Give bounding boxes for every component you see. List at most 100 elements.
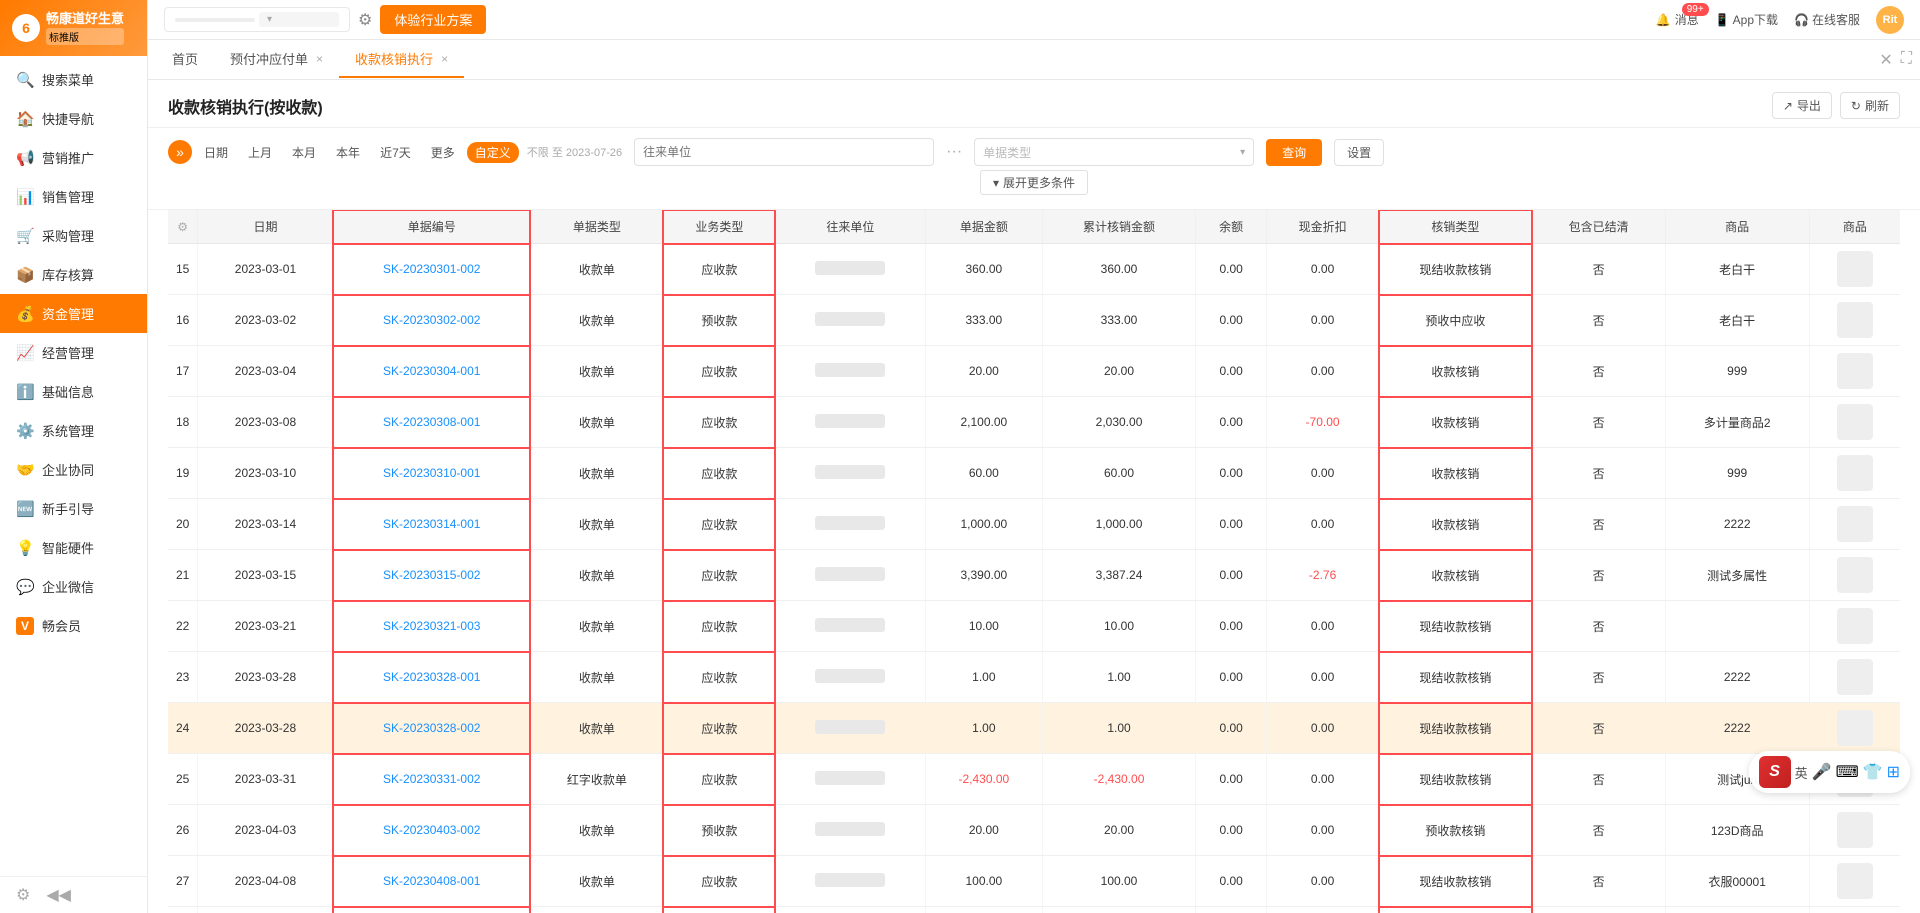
col-bill-no: 单据编号 <box>333 210 530 244</box>
row-bill-no[interactable]: SK-20230310-001 <box>333 448 530 499</box>
row-accumulated: 10.00 <box>1042 601 1196 652</box>
row-cancel-type: 现结收款核销 <box>1379 856 1533 907</box>
s-logo[interactable]: S <box>1759 756 1791 788</box>
float-keyboard-icon[interactable]: ⌨ <box>1836 762 1859 782</box>
bill-no-link[interactable]: SK-20230403-002 <box>383 823 480 837</box>
row-no: 21 <box>168 550 198 601</box>
row-bill-no[interactable]: SK-20230328-002 <box>333 703 530 754</box>
row-balance: 0.00 <box>1196 652 1267 703</box>
row-balance: 0.00 <box>1196 244 1267 295</box>
row-balance: 0.00 <box>1196 397 1267 448</box>
app-download-btn[interactable]: 📱 App下载 <box>1715 11 1778 28</box>
sidebar-label-hardware: 智能硬件 <box>42 538 94 557</box>
refresh-btn[interactable]: ↻ 刷新 <box>1840 92 1900 119</box>
sidebar-item-search[interactable]: 🔍 搜索菜单 <box>0 60 147 99</box>
row-included: 否 <box>1532 703 1665 754</box>
date-more[interactable]: 更多 <box>423 141 463 164</box>
sidebar-item-marketing[interactable]: 📢 营销推广 <box>0 138 147 177</box>
bill-no-link[interactable]: SK-20230310-001 <box>383 466 480 480</box>
tab-collection[interactable]: 收款核销执行 × <box>339 41 464 78</box>
row-bill-no[interactable]: SK-20230302-002 <box>333 295 530 346</box>
row-date: 2023-03-15 <box>198 550 333 601</box>
bill-no-link[interactable]: SK-20230328-001 <box>383 670 480 684</box>
bill-type-select[interactable]: 单据类型 ▾ <box>974 138 1254 166</box>
row-balance: 0.00 <box>1196 550 1267 601</box>
float-mic-icon[interactable]: 🎤 <box>1812 762 1832 782</box>
maximize-icon[interactable]: ⛶ <box>1901 50 1912 70</box>
close-all-icon[interactable]: ✕ <box>1879 50 1892 70</box>
row-biz-type: 应收款 <box>663 550 775 601</box>
row-bill-no[interactable]: SK-20230314-001 <box>333 499 530 550</box>
sidebar-item-operations[interactable]: 📈 经营管理 <box>0 333 147 372</box>
sidebar-label-system: 系统管理 <box>42 421 94 440</box>
sidebar-item-purchase[interactable]: 🛒 采购管理 <box>0 216 147 255</box>
filter-expand-btn[interactable]: » <box>168 140 192 164</box>
date-last-month[interactable]: 上月 <box>240 141 280 164</box>
col-product1: 商品 <box>1665 210 1809 244</box>
sidebar-item-member[interactable]: V 畅会员 <box>0 606 147 645</box>
sidebar-label-purchase: 采购管理 <box>42 226 94 245</box>
online-service-btn[interactable]: 🎧 在线客服 <box>1794 11 1860 28</box>
float-shirt-icon[interactable]: 👕 <box>1863 762 1883 782</box>
partner-input[interactable] <box>634 138 934 166</box>
tab-home[interactable]: 首页 <box>156 41 214 78</box>
tab-prepay[interactable]: 预付冲应付单 × <box>214 41 339 78</box>
logo-badge: 标推版 <box>46 28 124 45</box>
row-bill-no[interactable]: SK-20230308-001 <box>333 397 530 448</box>
export-btn[interactable]: ↗ 导出 <box>1772 92 1832 119</box>
sidebar-item-sales[interactable]: 📊 销售管理 <box>0 177 147 216</box>
row-bill-no[interactable]: SK-20230418-001 <box>333 907 530 913</box>
table-row: 16 2023-03-02 SK-20230302-002 收款单 预收款 33… <box>168 295 1900 346</box>
bill-no-link[interactable]: SK-20230308-001 <box>383 415 480 429</box>
row-bill-no[interactable]: SK-20230328-001 <box>333 652 530 703</box>
industry-btn[interactable]: 体验行业方案 <box>380 5 486 34</box>
sidebar-item-inventory[interactable]: 📦 库存核算 <box>0 255 147 294</box>
sidebar-item-wechat[interactable]: 💬 企业微信 <box>0 567 147 606</box>
bill-no-link[interactable]: SK-20230328-002 <box>383 721 480 735</box>
filter-bar: » 日期 上月 本月 本年 近7天 更多 自定义 不限 至 2023-07-26… <box>148 128 1920 210</box>
tab-collection-close[interactable]: × <box>441 52 448 66</box>
row-bill-no[interactable]: SK-20230403-002 <box>333 805 530 856</box>
bill-no-link[interactable]: SK-20230315-002 <box>383 568 480 582</box>
date-this-month[interactable]: 本月 <box>284 141 324 164</box>
tab-prepay-close[interactable]: × <box>316 52 323 66</box>
sidebar-item-finance[interactable]: 💰 资金管理 <box>0 294 147 333</box>
row-bill-no[interactable]: SK-20230408-001 <box>333 856 530 907</box>
row-bill-no[interactable]: SK-20230331-002 <box>333 754 530 805</box>
bill-no-link[interactable]: SK-20230314-001 <box>383 517 480 531</box>
sidebar-item-guide[interactable]: 🆕 新手引导 <box>0 489 147 528</box>
bill-no-link[interactable]: SK-20230301-002 <box>383 262 480 276</box>
gear-icon[interactable]: ⚙ <box>358 10 372 30</box>
messages-btn[interactable]: 🔔 消息 99+ <box>1656 11 1699 28</box>
row-bill-no[interactable]: SK-20230304-001 <box>333 346 530 397</box>
query-btn[interactable]: 查询 <box>1266 139 1322 166</box>
row-bill-no[interactable]: SK-20230321-003 <box>333 601 530 652</box>
settings-icon[interactable]: ⚙ <box>16 885 30 905</box>
inventory-icon: 📦 <box>16 266 34 284</box>
float-text-icon[interactable]: 英 <box>1795 763 1808 782</box>
sidebar-item-shortcut[interactable]: 🏠 快捷导航 <box>0 99 147 138</box>
bill-no-link[interactable]: SK-20230331-002 <box>383 772 480 786</box>
row-bill-no[interactable]: SK-20230315-002 <box>333 550 530 601</box>
sidebar-item-system[interactable]: ⚙️ 系统管理 <box>0 411 147 450</box>
bill-no-link[interactable]: SK-20230321-003 <box>383 619 480 633</box>
col-settings[interactable]: ⚙ <box>168 210 198 244</box>
date-7days[interactable]: 近7天 <box>372 141 419 164</box>
table-row: 17 2023-03-04 SK-20230304-001 收款单 应收款 20… <box>168 346 1900 397</box>
date-custom-btn[interactable]: 自定义 <box>467 142 519 163</box>
row-bill-no[interactable]: SK-20230301-002 <box>333 244 530 295</box>
sidebar-item-basic[interactable]: ℹ️ 基础信息 <box>0 372 147 411</box>
bill-no-link[interactable]: SK-20230408-001 <box>383 874 480 888</box>
account-selector[interactable]: ▾ <box>164 7 350 32</box>
sidebar-label-search: 搜索菜单 <box>42 70 94 89</box>
sidebar-item-enterprise[interactable]: 🤝 企业协同 <box>0 450 147 489</box>
bill-no-link[interactable]: SK-20230304-001 <box>383 364 480 378</box>
avatar[interactable]: Rit <box>1876 6 1904 34</box>
date-this-year[interactable]: 本年 <box>328 141 368 164</box>
collapse-icon[interactable]: ◀◀ <box>46 885 71 905</box>
float-grid-icon[interactable]: ⊞ <box>1887 762 1900 782</box>
expand-more-btn[interactable]: ▾ 展开更多条件 <box>980 170 1088 195</box>
setting-btn[interactable]: 设置 <box>1334 139 1384 166</box>
sidebar-item-hardware[interactable]: 💡 智能硬件 <box>0 528 147 567</box>
bill-no-link[interactable]: SK-20230302-002 <box>383 313 480 327</box>
